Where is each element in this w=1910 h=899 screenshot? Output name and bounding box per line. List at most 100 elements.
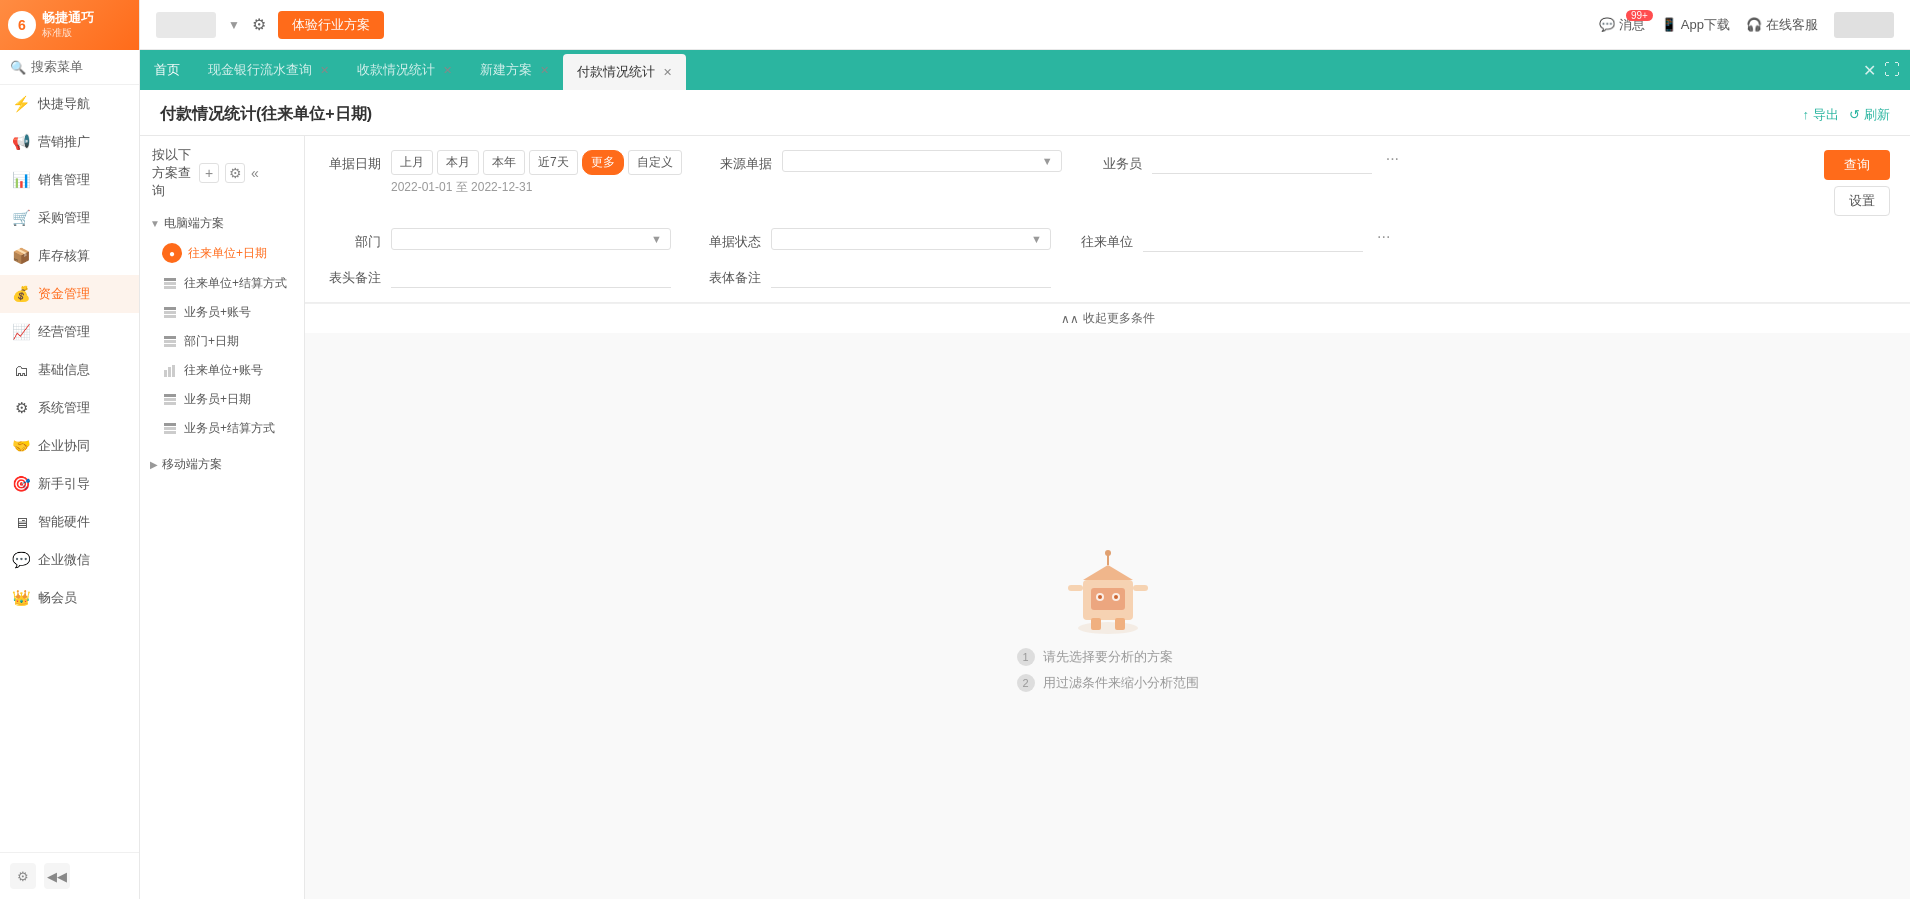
scheme-item-salesman-account[interactable]: 业务员+账号 [140, 298, 304, 327]
header-note-input[interactable] [391, 264, 671, 288]
sidebar-item-vip[interactable]: 👑 畅会员 [0, 579, 139, 617]
sidebar-item-wechat[interactable]: 💬 企业微信 [0, 541, 139, 579]
expand-tab-btn[interactable]: ⛶ [1884, 61, 1900, 79]
date-btn-this-month[interactable]: 本月 [437, 150, 479, 175]
date-btn-custom[interactable]: 自定义 [628, 150, 682, 175]
sidebar-item-label: 新手引导 [38, 475, 90, 493]
sidebar-item-label: 销售管理 [38, 171, 90, 189]
svg-rect-4 [164, 311, 176, 314]
ops-icon: 📈 [12, 323, 30, 341]
date-buttons: 上月 本月 本年 近7天 更多 自定义 [391, 150, 682, 175]
marketing-icon: 📢 [12, 133, 30, 151]
tab-payments[interactable]: 付款情况统计 ✕ [563, 54, 686, 90]
salesman-input[interactable] [1152, 150, 1372, 174]
trial-btn[interactable]: 体验行业方案 [278, 11, 384, 39]
sidebar-item-guide[interactable]: 🎯 新手引导 [0, 465, 139, 503]
tab-home[interactable]: 首页 [140, 50, 194, 90]
scheme-item-dept-date[interactable]: 部门+日期 [140, 327, 304, 356]
tab-receipts-close[interactable]: ✕ [443, 64, 452, 77]
sidebar-item-inventory[interactable]: 📦 库存核算 [0, 237, 139, 275]
export-icon: ↑ [1803, 107, 1810, 122]
query-btn[interactable]: 查询 [1824, 150, 1890, 180]
export-btn[interactable]: ↑ 导出 [1803, 106, 1840, 124]
sidebar-item-label: 库存核算 [38, 247, 90, 265]
setting-btn[interactable]: 设置 [1834, 186, 1890, 216]
salesman-label: 业务员 [1092, 150, 1142, 173]
sidebar-item-sales[interactable]: 📊 销售管理 [0, 161, 139, 199]
svg-rect-2 [164, 286, 176, 289]
date-btn-this-year[interactable]: 本年 [483, 150, 525, 175]
date-btn-last-month[interactable]: 上月 [391, 150, 433, 175]
scheme-item-counterpart-account[interactable]: 往来单位+账号 [140, 356, 304, 385]
body-note-input[interactable] [771, 264, 1051, 288]
group-arrow-icon2: ▶ [150, 459, 158, 470]
dept-select[interactable]: ▼ [391, 228, 671, 250]
collab-icon: 🤝 [12, 437, 30, 455]
svg-point-25 [1114, 595, 1118, 599]
svg-rect-11 [172, 365, 175, 377]
sidebar-item-purchase[interactable]: 🛒 采购管理 [0, 199, 139, 237]
sidebar-item-basic[interactable]: 🗂 基础信息 [0, 351, 139, 389]
date-btn-more[interactable]: 更多 [582, 150, 624, 175]
empty-hint-1: 1 请先选择要分析的方案 [1017, 648, 1199, 666]
settings-footer-btn[interactable]: ⚙ [10, 863, 36, 889]
refresh-btn[interactable]: ↺ 刷新 [1849, 106, 1890, 124]
salesman-dots[interactable]: ··· [1386, 150, 1399, 168]
sidebar-item-ops[interactable]: 📈 经营管理 [0, 313, 139, 351]
voucher-status-select[interactable]: ▼ [771, 228, 1051, 250]
scheme-panel: 按以下方案查询 + ⚙ « ▼ 电脑端方案 ● 往来单位+日期 [140, 136, 305, 899]
sidebar-item-quick-nav[interactable]: ⚡ 快捷导航 [0, 85, 139, 123]
service-btn[interactable]: 🎧 在线客服 [1746, 16, 1818, 34]
add-scheme-btn[interactable]: + [199, 163, 219, 183]
date-btn-7days[interactable]: 近7天 [529, 150, 578, 175]
tab-bank-close[interactable]: ✕ [320, 64, 329, 77]
counterpart-input[interactable] [1143, 228, 1363, 252]
sidebar-item-marketing[interactable]: 📢 营销推广 [0, 123, 139, 161]
scheme-collapse-btn[interactable]: « [251, 165, 292, 181]
scheme-group-mobile-title[interactable]: ▶ 移动端方案 [140, 451, 304, 478]
tab-payments-close[interactable]: ✕ [663, 66, 672, 79]
scheme-item-label: 往来单位+日期 [188, 245, 267, 262]
collapse-more-btn[interactable]: ∧∧ 收起更多条件 [305, 303, 1910, 333]
counterpart-dots[interactable]: ··· [1377, 228, 1390, 246]
collapse-sidebar-btn[interactable]: ◀◀ [44, 863, 70, 889]
sidebar-item-collab[interactable]: 🤝 企业协同 [0, 427, 139, 465]
tab-new-scheme-close[interactable]: ✕ [540, 64, 549, 77]
app-label: App下载 [1681, 16, 1730, 34]
app-download-btn[interactable]: 📱 App下载 [1661, 16, 1730, 34]
sidebar-item-hardware[interactable]: 🖥 智能硬件 [0, 503, 139, 541]
tab-new-scheme[interactable]: 新建方案 ✕ [466, 50, 563, 90]
table5-icon [162, 421, 178, 437]
tab-payments-label: 付款情况统计 [577, 63, 655, 81]
messages-btn[interactable]: 💬 消息 99+ [1599, 16, 1645, 34]
empty-hints: 1 请先选择要分析的方案 2 用过滤条件来缩小分析范围 [1017, 648, 1199, 692]
close-all-tabs-btn[interactable]: ✕ [1863, 61, 1876, 80]
tab-receipts[interactable]: 收款情况统计 ✕ [343, 50, 466, 90]
sidebar-item-label: 快捷导航 [38, 95, 90, 113]
empty-state: 1 请先选择要分析的方案 2 用过滤条件来缩小分析范围 [305, 333, 1910, 899]
tab-bank[interactable]: 现金银行流水查询 ✕ [194, 50, 343, 90]
sidebar-item-finance[interactable]: 💰 资金管理 [0, 275, 139, 313]
scheme-item-label: 部门+日期 [184, 333, 239, 350]
scheme-settings-btn[interactable]: ⚙ [225, 163, 245, 183]
source-select[interactable]: ▼ [782, 150, 1062, 172]
scheme-item-salesman-settlement[interactable]: 业务员+结算方式 [140, 414, 304, 443]
counterpart-label: 往来单位 [1081, 228, 1133, 251]
system-icon: ⚙ [12, 399, 30, 417]
scheme-item-counterpart-date[interactable]: ● 往来单位+日期 [140, 237, 304, 269]
sidebar-nav: ⚡ 快捷导航 📢 营销推广 📊 销售管理 🛒 采购管理 📦 库存核算 💰 资金管… [0, 85, 139, 852]
refresh-label: 刷新 [1864, 106, 1890, 124]
search-menu[interactable]: 🔍 搜索菜单 [0, 50, 139, 85]
scheme-item-counterpart-settlement[interactable]: 往来单位+结算方式 [140, 269, 304, 298]
logo-icon: 6 [8, 11, 36, 39]
date-group: 上月 本月 本年 近7天 更多 自定义 2022-01-01 至 2022-12… [391, 150, 682, 196]
sidebar-item-system[interactable]: ⚙ 系统管理 [0, 389, 139, 427]
scheme-group-desktop-title[interactable]: ▼ 电脑端方案 [140, 210, 304, 237]
vip-icon: 👑 [12, 589, 30, 607]
topbar-gear-icon[interactable]: ⚙ [252, 15, 266, 34]
svg-rect-5 [164, 315, 176, 318]
svg-rect-1 [164, 282, 176, 285]
svg-rect-13 [164, 398, 176, 401]
topbar-chevron-icon[interactable]: ▼ [228, 18, 240, 32]
scheme-item-salesman-date[interactable]: 业务员+日期 [140, 385, 304, 414]
